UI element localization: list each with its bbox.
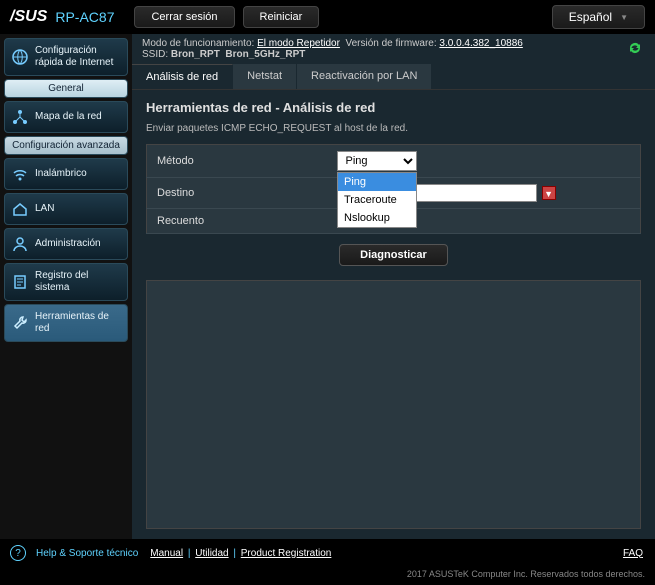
tab-netstat[interactable]: Netstat <box>233 64 297 89</box>
sidebar-item-label: LAN <box>35 203 121 215</box>
brand-logo: /SUS <box>10 8 47 26</box>
sidebar-item-label: Configuración rápida de Internet <box>35 45 121 69</box>
registration-link[interactable]: Product Registration <box>241 548 332 559</box>
language-selector[interactable]: Español ▼ <box>552 5 645 29</box>
method-select[interactable]: Ping <box>337 151 417 171</box>
sidebar-item-label: Inalámbrico <box>35 168 121 180</box>
wrench-icon <box>11 314 29 332</box>
sidebar: Configuración rápida de Internet General… <box>0 34 132 539</box>
sidebar-heading-advanced: Configuración avanzada <box>4 136 128 155</box>
sidebar-item-label: Mapa de la red <box>35 111 121 123</box>
manual-link[interactable]: Manual <box>150 548 183 559</box>
sidebar-heading-general: General <box>4 79 128 98</box>
result-textarea[interactable] <box>146 280 641 529</box>
sidebar-item-quick-setup[interactable]: Configuración rápida de Internet <box>4 38 128 76</box>
utility-link[interactable]: Utilidad <box>195 548 228 559</box>
footer: ? Help & Soporte técnico Manual | Utilid… <box>0 539 655 567</box>
sidebar-item-syslog[interactable]: Registro del sistema <box>4 263 128 301</box>
copyright: 2017 ASUSTeK Computer Inc. Reservados to… <box>0 567 655 585</box>
diagnose-button[interactable]: Diagnosticar <box>339 244 448 266</box>
help-label: Help & Soporte técnico <box>36 548 138 559</box>
tabs: Análisis de red Netstat Reactivación por… <box>132 64 655 90</box>
user-icon <box>11 235 29 253</box>
language-label: Español <box>569 10 612 24</box>
destination-dropdown-icon[interactable]: ▼ <box>542 186 556 200</box>
sidebar-item-lan[interactable]: LAN <box>4 193 128 225</box>
page-description: Enviar paquetes ICMP ECHO_REQUEST al hos… <box>146 123 641 134</box>
reboot-button[interactable]: Reiniciar <box>243 6 320 28</box>
help-icon[interactable]: ? <box>10 545 26 561</box>
ssid-24: Bron_RPT <box>171 49 220 60</box>
method-label: Método <box>147 145 327 178</box>
page-title: Herramientas de red - Análisis de red <box>146 100 641 115</box>
wifi-icon <box>11 165 29 183</box>
header-bar: /SUS RP-AC87 Cerrar sesión Reiniciar Esp… <box>0 0 655 34</box>
destination-label: Destino <box>147 178 327 209</box>
main-panel: Modo de funcionamiento: El modo Repetido… <box>132 34 655 539</box>
sidebar-item-label: Herramientas de red <box>35 311 121 335</box>
count-label: Recuento <box>147 209 327 234</box>
tab-analysis[interactable]: Análisis de red <box>132 64 233 89</box>
method-option-traceroute[interactable]: Traceroute <box>338 191 416 209</box>
info-bar: Modo de funcionamiento: El modo Repetido… <box>132 34 655 64</box>
sidebar-item-nettools[interactable]: Herramientas de red <box>4 304 128 342</box>
model-name: RP-AC87 <box>55 9 114 25</box>
document-icon <box>11 273 29 291</box>
faq-link[interactable]: FAQ <box>623 548 643 559</box>
network-icon <box>11 108 29 126</box>
firmware-link[interactable]: 3.0.0.4.382_10886 <box>439 38 522 49</box>
sidebar-item-label: Registro del sistema <box>35 270 121 294</box>
sidebar-item-admin[interactable]: Administración <box>4 228 128 260</box>
method-option-ping[interactable]: Ping <box>338 173 416 191</box>
tab-wol[interactable]: Reactivación por LAN <box>297 64 432 89</box>
sidebar-item-network-map[interactable]: Mapa de la red <box>4 101 128 133</box>
home-icon <box>11 200 29 218</box>
chevron-down-icon: ▼ <box>620 13 628 22</box>
refresh-icon[interactable] <box>627 40 643 56</box>
logout-button[interactable]: Cerrar sesión <box>134 6 234 28</box>
sidebar-item-label: Administración <box>35 238 121 250</box>
globe-icon <box>11 48 29 66</box>
mode-link[interactable]: El modo Repetidor <box>257 38 340 49</box>
method-dropdown-list: Ping Traceroute Nslookup <box>337 172 417 228</box>
sidebar-item-wireless[interactable]: Inalámbrico <box>4 158 128 190</box>
ssid-5: Bron_5GHz_RPT <box>225 49 305 60</box>
method-option-nslookup[interactable]: Nslookup <box>338 209 416 227</box>
